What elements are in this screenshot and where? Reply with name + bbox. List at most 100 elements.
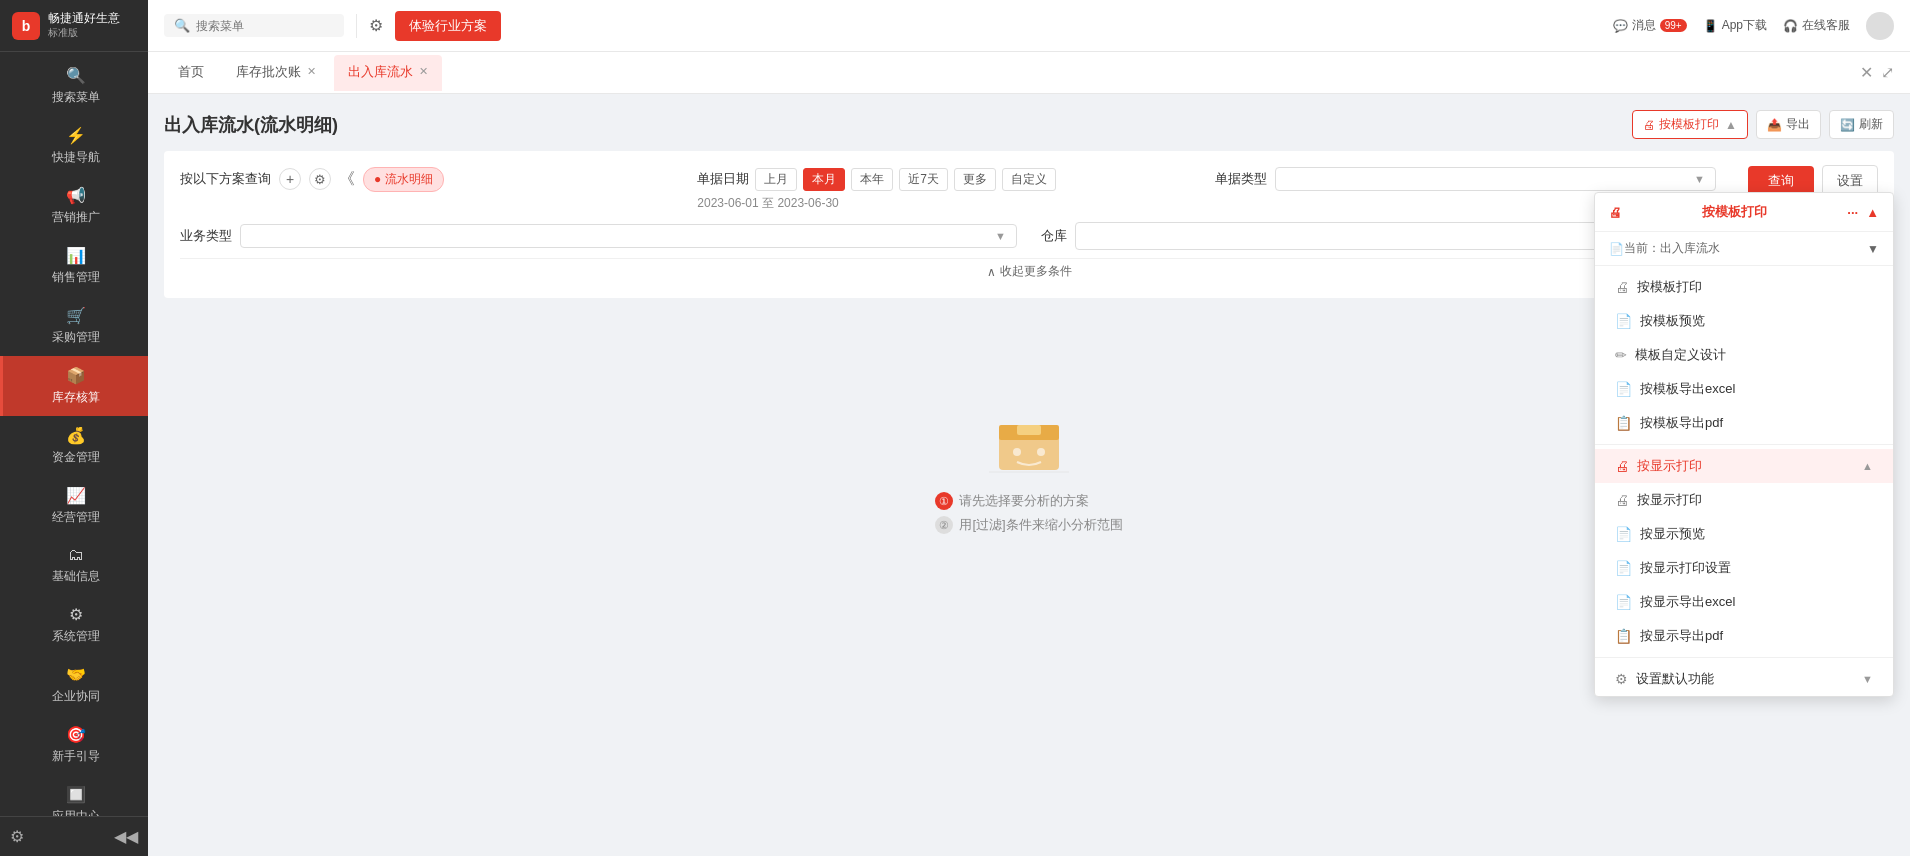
refresh-btn[interactable]: 🔄 刷新 xyxy=(1829,110,1894,139)
sidebar-item-inventory[interactable]: 📦 库存核算 xyxy=(0,356,148,416)
dropdown-display-preview[interactable]: 📄 按显示预览 xyxy=(1595,517,1893,551)
dropdown-template-export-pdf[interactable]: 📋 按模板导出pdf xyxy=(1595,406,1893,440)
tab-flow[interactable]: 出入库流水 ✕ xyxy=(334,55,442,91)
dropdown-set-default[interactable]: ⚙ 设置默认功能 ▼ xyxy=(1595,662,1893,696)
trial-button[interactable]: 体验行业方案 xyxy=(395,11,501,41)
app-download-label: App下载 xyxy=(1722,17,1767,34)
date-btn-last-month[interactable]: 上月 xyxy=(755,168,797,191)
quick-nav-icon: ⚡ xyxy=(66,126,86,145)
tip-item-2: ② 用[过滤]条件来缩小分析范围 xyxy=(935,516,1122,534)
business-type-select[interactable]: ▼ xyxy=(240,224,1017,248)
dropdown-template-preview[interactable]: 📄 按模板预览 xyxy=(1595,304,1893,338)
app-edition: 标准版 xyxy=(48,26,120,40)
dropdown-template-custom-label: 模板自定义设计 xyxy=(1635,346,1726,364)
sidebar-item-label-system: 系统管理 xyxy=(52,628,100,645)
dropdown-display-print-section-label: 按显示打印 xyxy=(1637,457,1702,475)
dropdown-display-print-section[interactable]: 🖨 按显示打印 ▲ xyxy=(1595,449,1893,483)
online-service-item[interactable]: 🎧 在线客服 xyxy=(1783,17,1850,34)
topbar-right: 💬 消息 99+ 📱 App下载 🎧 在线客服 xyxy=(1613,12,1894,40)
date-label: 单据日期 xyxy=(697,165,749,193)
filter-setting-icon: ⚙ xyxy=(314,172,326,187)
tip-item-1: ① 请先选择要分析的方案 xyxy=(935,492,1122,510)
tab-home[interactable]: 首页 xyxy=(164,55,218,91)
sidebar-item-sales[interactable]: 📊 销售管理 xyxy=(0,236,148,296)
svg-point-4 xyxy=(1037,448,1045,456)
refresh-label: 刷新 xyxy=(1859,116,1883,133)
filter-add-button[interactable]: + xyxy=(279,168,301,190)
topbar-gear-icon[interactable]: ⚙ xyxy=(369,16,383,35)
dropdown-template-print-icon: 🖨 xyxy=(1615,279,1629,295)
sidebar-collapse-icon[interactable]: ◀◀ xyxy=(114,827,138,846)
filter-setting-button[interactable]: ⚙ xyxy=(309,168,331,190)
app-download-icon: 📱 xyxy=(1703,19,1718,33)
date-btn-this-month[interactable]: 本月 xyxy=(803,168,845,191)
sidebar-item-purchase[interactable]: 🛒 采购管理 xyxy=(0,296,148,356)
sidebar-item-basics[interactable]: 🗂 基础信息 xyxy=(0,536,148,595)
sidebar-item-system[interactable]: ⚙ 系统管理 xyxy=(0,595,148,655)
date-btn-this-year[interactable]: 本年 xyxy=(851,168,893,191)
dropdown-display-print-settings[interactable]: 📄 按显示打印设置 xyxy=(1595,551,1893,585)
dropdown-display-export-excel[interactable]: 📄 按显示导出excel xyxy=(1595,585,1893,619)
collapse-up-icon: ∧ xyxy=(987,265,996,279)
export-label: 导出 xyxy=(1786,116,1810,133)
business-type-label: 业务类型 xyxy=(180,222,232,250)
sidebar-item-operations[interactable]: 📈 经营管理 xyxy=(0,476,148,536)
sidebar-item-cooperation[interactable]: 🤝 企业协同 xyxy=(0,655,148,715)
sidebar-item-label-quick-nav: 快捷导航 xyxy=(52,149,100,166)
dropdown-template-export-excel[interactable]: 📄 按模板导出excel xyxy=(1595,372,1893,406)
date-btn-more[interactable]: 更多 xyxy=(954,168,996,191)
filter-tag[interactable]: ● 流水明细 xyxy=(363,167,444,192)
date-btn-7days[interactable]: 近7天 xyxy=(899,168,948,191)
dropdown-display-export-pdf[interactable]: 📋 按显示导出pdf xyxy=(1595,619,1893,653)
dropdown-title: 按模板打印 xyxy=(1702,203,1767,221)
tab-flow-close[interactable]: ✕ xyxy=(419,65,428,78)
dropdown-template-export-pdf-label: 按模板导出pdf xyxy=(1640,414,1723,432)
filter-collapse-button[interactable]: 《 xyxy=(339,169,355,190)
dropdown-print-icon: 🖨 xyxy=(1609,205,1622,220)
dropdown-current-label: 📄 当前：出入库流水 ▼ xyxy=(1595,232,1893,261)
operations-icon: 📈 xyxy=(66,486,86,505)
search-input[interactable] xyxy=(196,19,316,33)
template-print-dropdown-icon[interactable]: ▲ xyxy=(1725,118,1737,132)
dropdown-doc-icon: 📄 xyxy=(1609,242,1624,256)
online-service-label: 在线客服 xyxy=(1802,17,1850,34)
filter-add-icon: + xyxy=(286,171,294,187)
tab-batch-accounts[interactable]: 库存批次账 ✕ xyxy=(222,55,330,91)
maximize-icon[interactable]: ⤢ xyxy=(1881,63,1894,82)
dropdown-current-text: 当前：出入库流水 xyxy=(1624,240,1720,257)
online-service-icon: 🎧 xyxy=(1783,19,1798,33)
dropdown-display-print-section-icon: 🖨 xyxy=(1615,458,1629,474)
date-btn-custom[interactable]: 自定义 xyxy=(1002,168,1056,191)
sidebar-item-search[interactable]: 🔍 搜索菜单 xyxy=(0,56,148,116)
export-btn[interactable]: 📤 导出 xyxy=(1756,110,1821,139)
date-filter-field: 单据日期 上月 本月 本年 近7天 更多 自定义 2023-06-01 至 20… xyxy=(697,165,1198,212)
sidebar-item-finance[interactable]: 💰 资金管理 xyxy=(0,416,148,476)
dropdown-template-custom[interactable]: ✏ 模板自定义设计 xyxy=(1595,338,1893,372)
messages-item[interactable]: 💬 消息 99+ xyxy=(1613,17,1687,34)
topbar-search-container[interactable]: 🔍 xyxy=(164,14,344,37)
tabs-right: ✕ ⤢ xyxy=(1860,63,1894,82)
app-download-item[interactable]: 📱 App下载 xyxy=(1703,17,1767,34)
sidebar-settings-icon[interactable]: ⚙ xyxy=(10,827,24,846)
sidebar-item-marketing[interactable]: 📢 营销推广 xyxy=(0,176,148,236)
dropdown-collapse-icon[interactable]: ▲ xyxy=(1866,205,1879,220)
sidebar-item-guide[interactable]: 🎯 新手引导 xyxy=(0,715,148,775)
page-content: 出入库流水(流水明细) 🖨 按模板打印 ▲ 📤 导出 🔄 刷新 xyxy=(148,94,1910,856)
dropdown-template-export-excel-label: 按模板导出excel xyxy=(1640,380,1735,398)
template-print-btn[interactable]: 🖨 按模板打印 ▲ xyxy=(1632,110,1748,139)
sidebar-item-apps[interactable]: 🔲 应用中心 xyxy=(0,775,148,816)
dropdown-set-default-arrow: ▼ xyxy=(1862,673,1873,685)
avatar[interactable] xyxy=(1866,12,1894,40)
dropdown-display-pdf-icon: 📋 xyxy=(1615,628,1632,644)
tab-batch-accounts-label: 库存批次账 xyxy=(236,63,301,81)
doc-type-arrow-icon: ▼ xyxy=(1694,173,1705,185)
sidebar-item-quick-nav[interactable]: ⚡ 快捷导航 xyxy=(0,116,148,176)
doc-type-select[interactable]: ▼ xyxy=(1275,167,1716,191)
tab-batch-accounts-close[interactable]: ✕ xyxy=(307,65,316,78)
dropdown-display-print[interactable]: 🖨 按显示打印 xyxy=(1595,483,1893,517)
dropdown-template-print[interactable]: 🖨 按模板打印 xyxy=(1595,270,1893,304)
export-icon: 📤 xyxy=(1767,118,1782,132)
close-all-icon[interactable]: ✕ xyxy=(1860,63,1873,82)
dropdown-set-default-icon: ⚙ xyxy=(1615,671,1628,687)
filter-tag-icon: ● xyxy=(374,172,381,186)
